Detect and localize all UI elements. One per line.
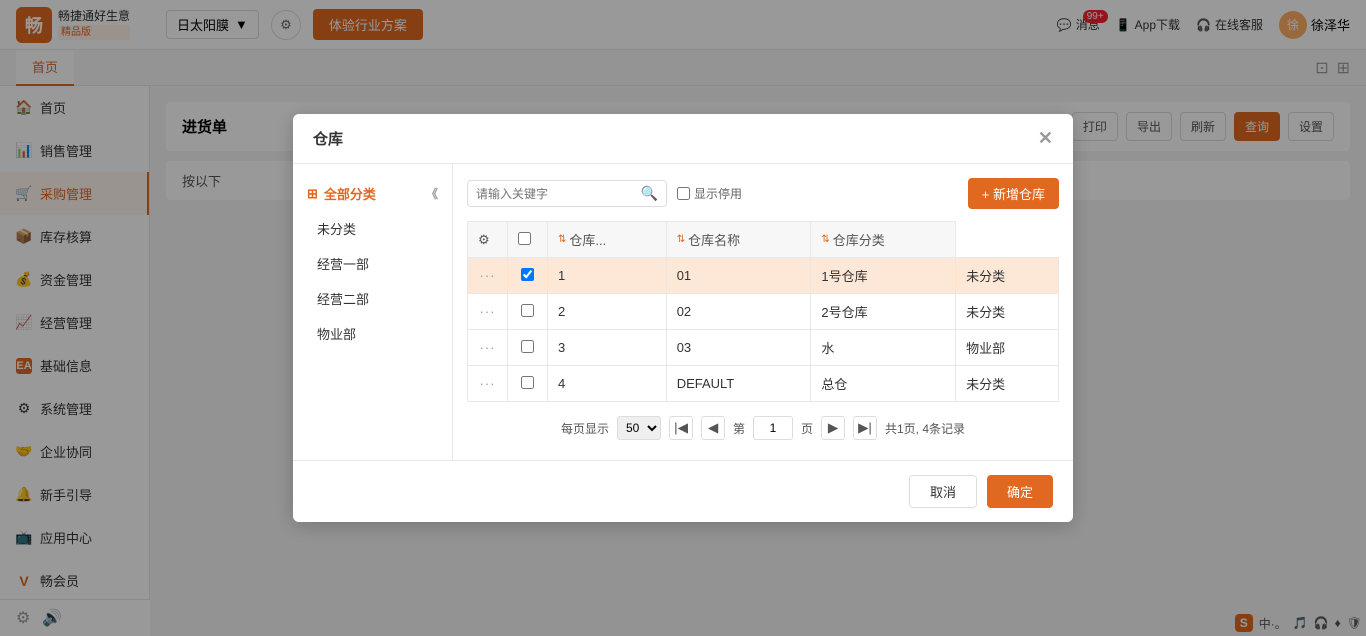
table-toolbar: 🔍 显示停用 + 新增仓库 bbox=[467, 178, 1059, 209]
all-category-label: 全部分类 bbox=[324, 184, 376, 203]
grid-icon: ⊞ bbox=[307, 186, 318, 202]
row-code: DEFAULT bbox=[666, 366, 811, 402]
last-page-button[interactable]: ▶| bbox=[853, 416, 877, 440]
cancel-button[interactable]: 取消 bbox=[909, 475, 977, 508]
row-check-cell bbox=[508, 330, 548, 366]
sort-icon-name: ⇅ bbox=[677, 234, 685, 245]
sort-icon-cat: ⇅ bbox=[821, 234, 829, 245]
table-row[interactable]: ··· 2 02 2号仓库 未分类 bbox=[468, 294, 1059, 330]
first-page-button[interactable]: |◀ bbox=[669, 416, 693, 440]
warehouse-modal: 仓库 ✕ ⊞ 全部分类 《 未分类 经营一部 经营二部 物业部 bbox=[293, 114, 1073, 522]
modal-header: 仓库 ✕ bbox=[293, 114, 1073, 164]
next-page-button[interactable]: ▶ bbox=[821, 416, 845, 440]
row-actions: ··· bbox=[468, 366, 508, 402]
row-category: 未分类 bbox=[956, 258, 1059, 294]
modal-title: 仓库 bbox=[313, 128, 343, 149]
confirm-button[interactable]: 确定 bbox=[987, 475, 1053, 508]
row-code: 01 bbox=[666, 258, 811, 294]
search-input-wrap: 🔍 bbox=[467, 180, 667, 207]
prev-page-button[interactable]: ◀ bbox=[701, 416, 725, 440]
row-category: 未分类 bbox=[956, 294, 1059, 330]
row-code: 03 bbox=[666, 330, 811, 366]
modal-close-button[interactable]: ✕ bbox=[1038, 128, 1053, 149]
show-disabled-checkbox[interactable] bbox=[677, 187, 690, 200]
category-item-ops2[interactable]: 经营二部 bbox=[293, 281, 452, 316]
row-checkbox[interactable] bbox=[521, 268, 534, 281]
table-panel: 🔍 显示停用 + 新增仓库 ⚙ ⇅ 仓库... bbox=[453, 164, 1073, 460]
row-check-cell bbox=[508, 294, 548, 330]
row-code: 02 bbox=[666, 294, 811, 330]
search-icon[interactable]: 🔍 bbox=[641, 185, 658, 202]
th-warehouse-name: ⇅ 仓库名称 bbox=[666, 222, 811, 258]
per-page-select[interactable]: 50 bbox=[617, 416, 661, 440]
sort-icon-code: ⇅ bbox=[558, 234, 566, 245]
page-number-input[interactable] bbox=[753, 416, 793, 440]
row-name: 1号仓库 bbox=[811, 258, 956, 294]
row-num-cell: 1 bbox=[548, 258, 667, 294]
row-ellipsis-button[interactable]: ··· bbox=[480, 268, 496, 283]
modal-body: ⊞ 全部分类 《 未分类 经营一部 经营二部 物业部 🔍 bbox=[293, 164, 1073, 460]
row-actions: ··· bbox=[468, 294, 508, 330]
collapse-icon[interactable]: 《 bbox=[426, 185, 438, 202]
row-num-cell: 2 bbox=[548, 294, 667, 330]
search-input[interactable] bbox=[476, 187, 641, 201]
add-warehouse-button[interactable]: + 新增仓库 bbox=[968, 178, 1059, 209]
row-checkbox[interactable] bbox=[521, 376, 534, 389]
row-num-cell: 3 bbox=[548, 330, 667, 366]
category-panel: ⊞ 全部分类 《 未分类 经营一部 经营二部 物业部 bbox=[293, 164, 453, 460]
table-row[interactable]: ··· 4 DEFAULT 总仓 未分类 bbox=[468, 366, 1059, 402]
category-item-unclassified[interactable]: 未分类 bbox=[293, 211, 452, 246]
category-item-property[interactable]: 物业部 bbox=[293, 316, 452, 351]
pagination: 每页显示 50 |◀ ◀ 第 页 ▶ ▶| 共1页, 4条记录 bbox=[467, 402, 1059, 446]
row-ellipsis-button[interactable]: ··· bbox=[480, 340, 496, 355]
modal-footer: 取消 确定 bbox=[293, 460, 1073, 522]
category-item-ops1[interactable]: 经营一部 bbox=[293, 246, 452, 281]
th-check bbox=[508, 222, 548, 258]
row-actions: ··· bbox=[468, 330, 508, 366]
row-name: 2号仓库 bbox=[811, 294, 956, 330]
th-warehouse-code: ⇅ 仓库... bbox=[548, 222, 667, 258]
row-check-cell bbox=[508, 258, 548, 294]
row-check-cell bbox=[508, 366, 548, 402]
table-body: ··· 1 01 1号仓库 未分类 ··· 2 02 2号仓库 未分类 ··· bbox=[468, 258, 1059, 402]
show-disabled-label: 显示停用 bbox=[677, 185, 742, 202]
row-checkbox[interactable] bbox=[521, 304, 534, 317]
row-category: 未分类 bbox=[956, 366, 1059, 402]
th-gear: ⚙ bbox=[468, 222, 508, 258]
row-name: 总仓 bbox=[811, 366, 956, 402]
total-info: 共1页, 4条记录 bbox=[885, 420, 965, 437]
table-row[interactable]: ··· 3 03 水 物业部 bbox=[468, 330, 1059, 366]
row-num-cell: 4 bbox=[548, 366, 667, 402]
row-category: 物业部 bbox=[956, 330, 1059, 366]
row-actions: ··· bbox=[468, 258, 508, 294]
warehouse-table: ⚙ ⇅ 仓库... ⇅ 仓库名称 bbox=[467, 221, 1059, 402]
row-ellipsis-button[interactable]: ··· bbox=[480, 376, 496, 391]
row-ellipsis-button[interactable]: ··· bbox=[480, 304, 496, 319]
select-all-checkbox[interactable] bbox=[518, 232, 531, 245]
th-warehouse-category: ⇅ 仓库分类 bbox=[811, 222, 956, 258]
row-name: 水 bbox=[811, 330, 956, 366]
row-checkbox[interactable] bbox=[521, 340, 534, 353]
table-row[interactable]: ··· 1 01 1号仓库 未分类 bbox=[468, 258, 1059, 294]
category-all[interactable]: ⊞ 全部分类 《 bbox=[293, 176, 452, 211]
